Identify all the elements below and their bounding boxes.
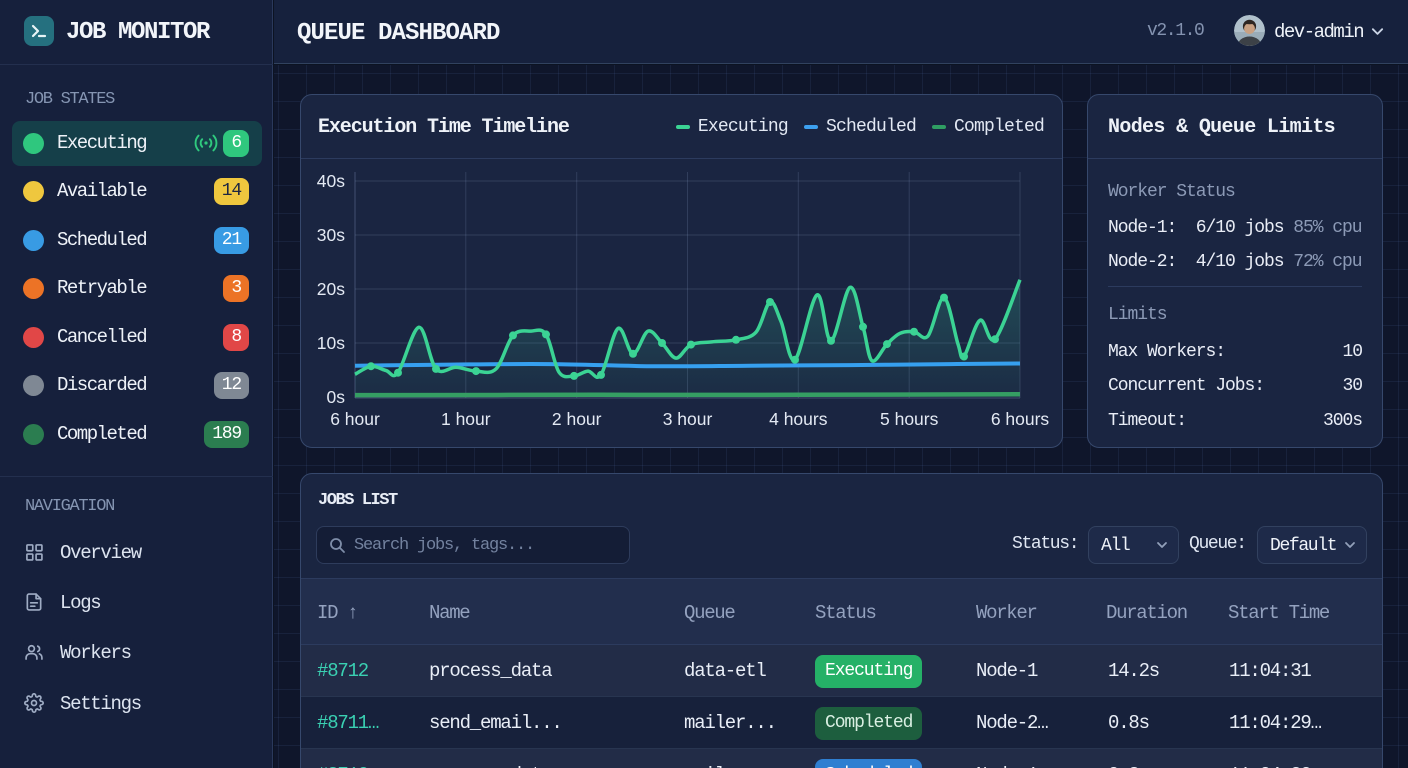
svg-text:2 hour: 2 hour <box>552 409 602 429</box>
svg-text:3 hour: 3 hour <box>663 409 713 429</box>
svg-text:10s: 10s <box>317 333 345 353</box>
svg-text:4 hours: 4 hours <box>769 409 828 429</box>
svg-text:5 hours: 5 hours <box>880 409 939 429</box>
svg-text:6 hours: 6 hours <box>991 409 1050 429</box>
svg-text:30s: 30s <box>317 225 345 245</box>
svg-text:40s: 40s <box>317 171 345 191</box>
svg-text:1 hour: 1 hour <box>441 409 491 429</box>
svg-text:6 hour: 6 hour <box>330 409 380 429</box>
svg-text:0s: 0s <box>327 387 346 407</box>
svg-text:20s: 20s <box>317 279 345 299</box>
